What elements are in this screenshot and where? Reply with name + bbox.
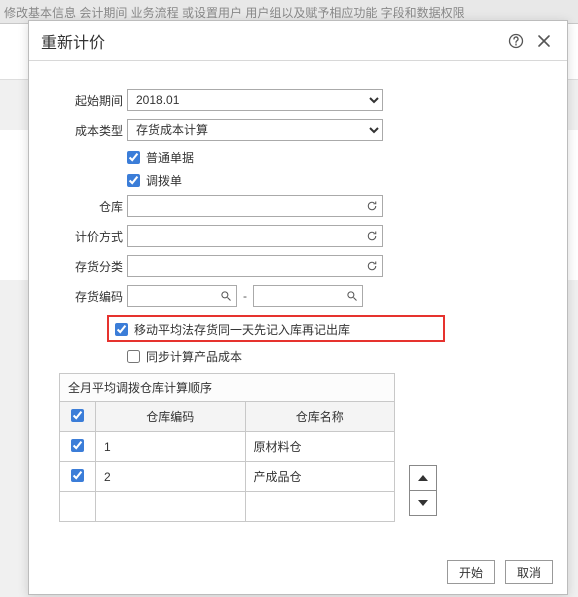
chk-transfer-doc-label: 调拨单 <box>146 172 182 189</box>
label-stock-code: 存货编码 <box>59 288 123 305</box>
table-row[interactable]: 1 原材料仓 <box>60 432 395 462</box>
label-pricing-method: 计价方式 <box>59 228 123 245</box>
dialog-footer: 开始 取消 <box>29 550 567 594</box>
row-check[interactable] <box>71 439 84 452</box>
col-name: 仓库名称 <box>245 402 395 432</box>
chk-moving-avg-label: 移动平均法存货同一天先记入库再记出库 <box>134 321 350 338</box>
cell-name: 产成品仓 <box>245 462 395 492</box>
start-period-select[interactable]: 2018.01 <box>127 89 383 111</box>
search-icon[interactable] <box>345 289 359 303</box>
cell-code: 2 <box>96 462 246 492</box>
label-cost-type: 成本类型 <box>59 122 123 139</box>
chk-sync-cost[interactable] <box>127 350 140 363</box>
chk-select-all[interactable] <box>71 409 84 422</box>
chk-sync-cost-label: 同步计算产品成本 <box>146 348 242 365</box>
label-stock-category: 存货分类 <box>59 258 123 275</box>
order-buttons <box>409 465 437 516</box>
label-start-period: 起始期间 <box>59 92 123 109</box>
highlight-box: 移动平均法存货同一天先记入库再记出库 <box>107 315 445 342</box>
range-dash: - <box>243 289 247 303</box>
table-row[interactable] <box>60 492 395 522</box>
cell-code: 1 <box>96 432 246 462</box>
dialog-body: 起始期间 2018.01 成本类型 存货成本计算 普通单据 调拨单 仓 <box>29 61 567 550</box>
dialog-header: 重新计价 <box>29 21 567 61</box>
refresh-icon[interactable] <box>365 229 379 243</box>
chk-normal-doc[interactable] <box>127 151 140 164</box>
search-icon[interactable] <box>219 289 233 303</box>
start-button[interactable]: 开始 <box>447 560 495 584</box>
stock-category-input[interactable] <box>127 255 383 277</box>
close-icon[interactable] <box>533 30 555 52</box>
move-up-button[interactable] <box>409 465 437 491</box>
table-row[interactable]: 2 产成品仓 <box>60 462 395 492</box>
cost-type-select[interactable]: 存货成本计算 <box>127 119 383 141</box>
warehouse-order-table: 仓库编码 仓库名称 1 原材料仓 2 产成品仓 <box>59 401 395 522</box>
label-warehouse: 仓库 <box>59 198 123 215</box>
move-down-button[interactable] <box>409 490 437 516</box>
help-icon[interactable] <box>505 30 527 52</box>
dialog-title: 重新计价 <box>41 29 499 53</box>
col-check <box>60 402 96 432</box>
refresh-icon[interactable] <box>365 259 379 273</box>
row-check[interactable] <box>71 469 84 482</box>
chk-transfer-doc[interactable] <box>127 174 140 187</box>
chk-moving-avg[interactable] <box>115 323 128 336</box>
col-code: 仓库编码 <box>96 402 246 432</box>
warehouse-input[interactable] <box>127 195 383 217</box>
reprice-dialog: 重新计价 起始期间 2018.01 成本类型 存货成本计算 <box>28 20 568 595</box>
table-title: 全月平均调拨仓库计算顺序 <box>59 373 395 401</box>
chk-normal-doc-label: 普通单据 <box>146 149 194 166</box>
cell-name: 原材料仓 <box>245 432 395 462</box>
cancel-button[interactable]: 取消 <box>505 560 553 584</box>
refresh-icon[interactable] <box>365 199 379 213</box>
pricing-method-input[interactable] <box>127 225 383 247</box>
